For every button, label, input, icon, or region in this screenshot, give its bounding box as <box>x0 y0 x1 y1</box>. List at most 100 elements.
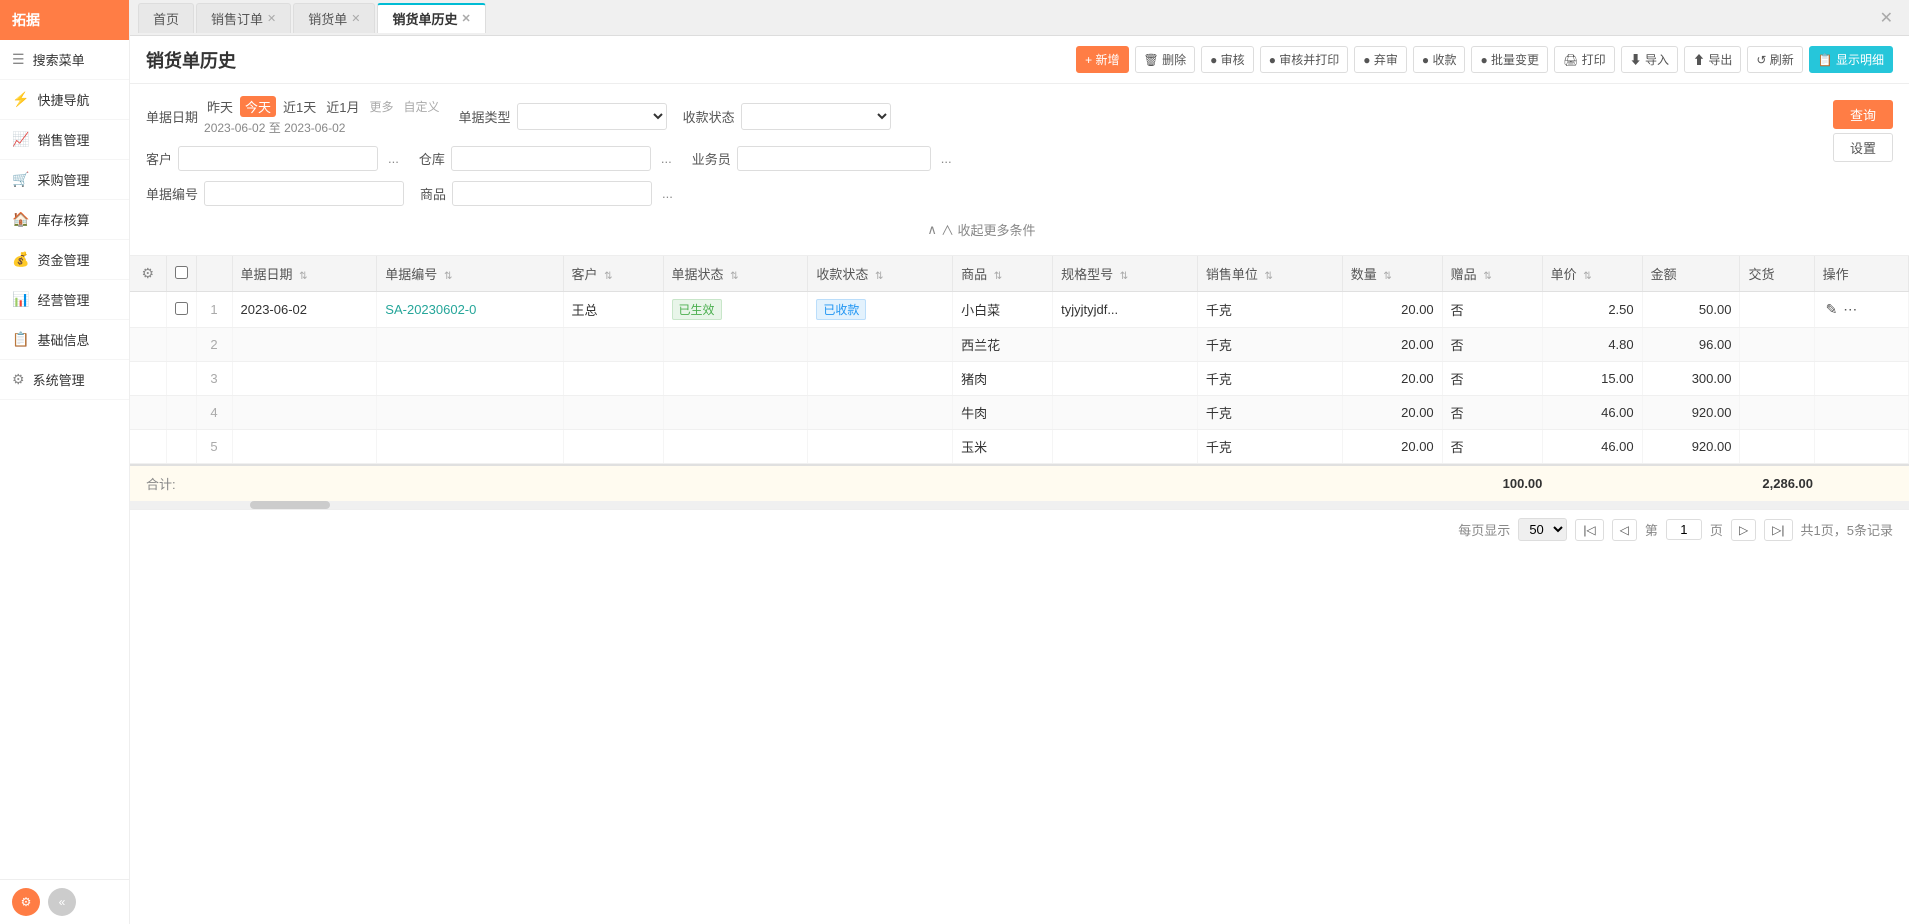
batch-change-button[interactable]: ● 批量变更 <box>1471 46 1548 73</box>
tab-sales-order-close[interactable]: ✕ <box>267 12 276 25</box>
review-button[interactable]: ● 审核 <box>1201 46 1254 73</box>
tab-sales-delivery-close[interactable]: ✕ <box>351 12 360 25</box>
filter-warehouse-item: 仓库 ... <box>419 146 676 171</box>
sidebar-item-basic-info[interactable]: 📋 基础信息 <box>0 320 129 360</box>
row-amount: 50.00 <box>1642 292 1740 328</box>
display-detail-button[interactable]: 📋 显示明细 <box>1809 46 1893 73</box>
export-button[interactable]: ⬆ 导出 <box>1684 46 1741 73</box>
page-prev-btn[interactable]: ◁ <box>1612 519 1637 541</box>
customer-input[interactable] <box>178 146 378 171</box>
select-all-checkbox[interactable] <box>175 266 188 279</box>
col-doc-status[interactable]: 单据状态 ⇅ <box>663 256 808 292</box>
filter-goods-item: 商品 ... <box>420 181 677 206</box>
scroll-thumb[interactable] <box>250 501 330 509</box>
page-number-input[interactable] <box>1666 519 1702 540</box>
page-last-btn[interactable]: ▷| <box>1764 519 1792 541</box>
col-price[interactable]: 单价 ⇅ <box>1542 256 1642 292</box>
row-num-cell: 1 <box>196 292 232 328</box>
sort-pay-status-icon: ⇅ <box>875 271 883 282</box>
collapse-btn[interactable]: ∧ ∧ 收起更多条件 <box>146 216 1817 243</box>
warehouse-ellipsis-btn[interactable]: ... <box>657 151 676 166</box>
shortcut-custom[interactable]: 自定义 <box>401 97 443 116</box>
doctype-select[interactable] <box>517 103 667 130</box>
abandon-button[interactable]: ● 弃审 <box>1354 46 1407 73</box>
row-doc-no <box>377 362 563 396</box>
row-doc-date <box>232 362 377 396</box>
filter-row-2: 客户 ... 仓库 ... 业务员 ... <box>146 146 1817 171</box>
shortcut-more[interactable]: 更多 <box>367 97 397 116</box>
sidebar-settings-btn[interactable]: ⚙ <box>12 888 40 916</box>
review-print-button[interactable]: ● 审核并打印 <box>1260 46 1349 73</box>
tab-close-all-btn[interactable]: ✕ <box>1872 8 1901 28</box>
settings-gear-icon[interactable]: ⚙ <box>141 265 154 281</box>
goods-ellipsis-btn[interactable]: ... <box>658 186 677 201</box>
salesman-input[interactable] <box>737 146 931 171</box>
row-more-btn[interactable]: ⋯ <box>1840 301 1860 317</box>
col-goods[interactable]: 商品 ⇅ <box>953 256 1053 292</box>
col-settings[interactable]: ⚙ <box>130 256 166 292</box>
sidebar-item-finance[interactable]: 💰 资金管理 <box>0 240 129 280</box>
sidebar-item-sales-mgmt[interactable]: 📈 销售管理 <box>0 120 129 160</box>
sidebar-item-ops-mgmt[interactable]: 📊 经营管理 <box>0 280 129 320</box>
row-qty: 20.00 <box>1342 292 1442 328</box>
doctype-label: 单据类型 <box>459 107 511 126</box>
collect-button[interactable]: ● 收款 <box>1413 46 1466 73</box>
sidebar-item-inventory[interactable]: 🏠 库存核算 <box>0 200 129 240</box>
row-checkbox[interactable] <box>175 302 188 315</box>
filter-row-3: 单据编号 商品 ... <box>146 181 1817 206</box>
tab-sales-order[interactable]: 销售订单 ✕ <box>196 3 291 33</box>
sidebar-item-search-menu[interactable]: ☰ 搜索菜单 <box>0 40 129 80</box>
row-customer <box>563 328 663 362</box>
col-qty[interactable]: 数量 ⇅ <box>1342 256 1442 292</box>
set-button[interactable]: 设置 <box>1833 133 1893 162</box>
docno-input[interactable] <box>204 181 404 206</box>
row-actions: ✎⋯ <box>1814 292 1908 328</box>
tab-sales-delivery[interactable]: 销货单 ✕ <box>293 3 375 33</box>
print-button[interactable]: 🖨 打印 <box>1554 46 1615 73</box>
col-pay-status[interactable]: 收款状态 ⇅ <box>808 256 953 292</box>
table-row: 3猪肉千克20.00否15.00300.00 <box>130 362 1909 396</box>
shortcut-yesterday[interactable]: 昨天 <box>204 96 236 117</box>
salesman-ellipsis-btn[interactable]: ... <box>937 151 956 166</box>
tab-sales-history[interactable]: 销货单历史 ✕ <box>377 3 485 33</box>
row-edit-btn[interactable]: ✎ <box>1823 301 1841 317</box>
scroll-track[interactable] <box>130 501 1909 509</box>
paystatus-select[interactable] <box>741 103 891 130</box>
shortcut-7days[interactable]: 近1天 <box>280 96 319 117</box>
doc-no-link[interactable]: SA-20230602-0 <box>385 302 476 317</box>
col-doc-no[interactable]: 单据编号 ⇅ <box>377 256 563 292</box>
goods-input[interactable] <box>452 181 652 206</box>
warehouse-input[interactable] <box>451 146 651 171</box>
page-first-btn[interactable]: |◁ <box>1575 519 1603 541</box>
row-price: 15.00 <box>1542 362 1642 396</box>
import-button[interactable]: ⬇ 导入 <box>1621 46 1678 73</box>
new-button[interactable]: + 新增 <box>1076 46 1128 73</box>
col-doc-date[interactable]: 单据日期 ⇅ <box>232 256 377 292</box>
tab-sales-history-close[interactable]: ✕ <box>462 12 471 25</box>
sidebar-item-purchase-mgmt[interactable]: 🛒 采购管理 <box>0 160 129 200</box>
delete-button[interactable]: 🗑 删除 <box>1135 46 1196 73</box>
col-spec[interactable]: 规格型号 ⇅ <box>1053 256 1198 292</box>
row-customer <box>563 430 663 464</box>
tab-home[interactable]: 首页 <box>138 3 194 33</box>
search-menu-icon: ☰ <box>12 51 25 68</box>
sidebar-item-quick-nav[interactable]: ⚡ 快捷导航 <box>0 80 129 120</box>
shortcut-1month[interactable]: 近1月 <box>323 96 362 117</box>
col-unit-label: 销售单位 <box>1206 267 1258 282</box>
col-customer-label: 客户 <box>572 267 598 282</box>
row-unit: 千克 <box>1197 328 1342 362</box>
refresh-button[interactable]: ↺ 刷新 <box>1747 46 1802 73</box>
query-button[interactable]: 查询 <box>1833 100 1893 129</box>
sidebar-item-sys-mgmt[interactable]: ⚙ 系统管理 <box>0 360 129 400</box>
per-page-select[interactable]: 50 <box>1518 518 1567 541</box>
col-customer[interactable]: 客户 ⇅ <box>563 256 663 292</box>
sidebar-collapse-btn[interactable]: « <box>48 888 76 916</box>
row-checkbox-cell <box>166 328 196 362</box>
filter-salesman-item: 业务员 ... <box>692 146 956 171</box>
customer-ellipsis-btn[interactable]: ... <box>384 151 403 166</box>
page-next-btn[interactable]: ▷ <box>1731 519 1756 541</box>
row-actions <box>1814 328 1908 362</box>
col-gift[interactable]: 赠品 ⇅ <box>1442 256 1542 292</box>
col-unit[interactable]: 销售单位 ⇅ <box>1197 256 1342 292</box>
shortcut-today[interactable]: 今天 <box>240 96 276 117</box>
